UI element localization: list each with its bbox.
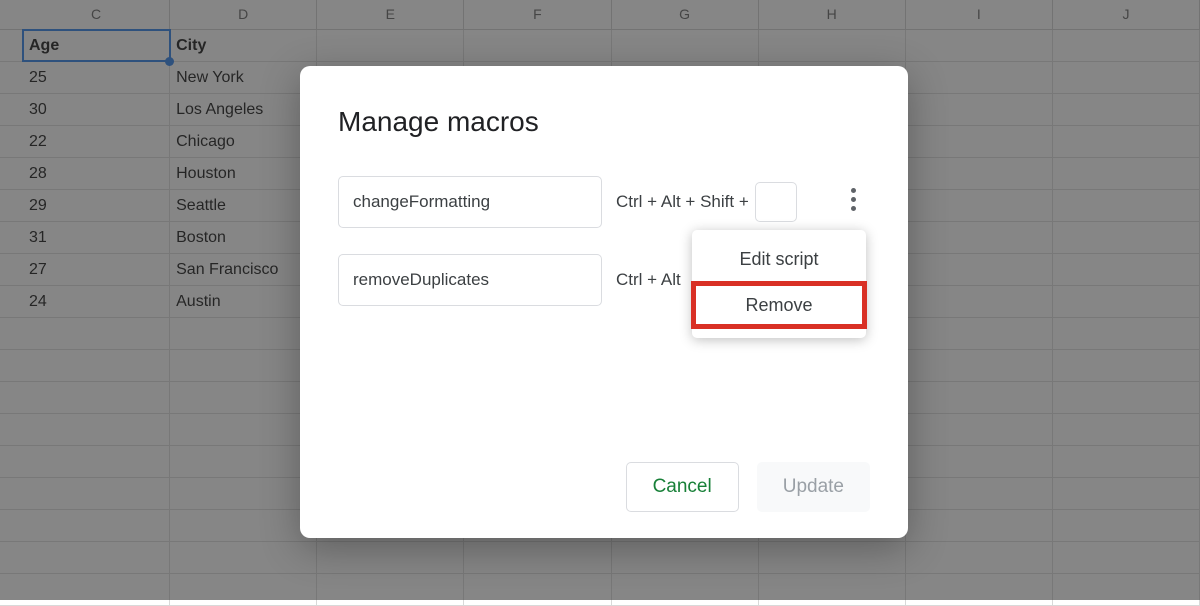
macro-row: changeFormatting Ctrl + Alt + Shift + <box>338 176 870 228</box>
edit-script-item[interactable]: Edit script <box>692 236 866 282</box>
more-vertical-icon <box>851 188 856 193</box>
more-options-button[interactable] <box>836 182 870 216</box>
cancel-button[interactable]: Cancel <box>626 462 739 512</box>
shortcut-prefix: Ctrl + Alt + Shift + <box>616 192 749 212</box>
dialog-title: Manage macros <box>338 106 870 138</box>
shortcut-key-input[interactable] <box>755 182 797 222</box>
update-button[interactable]: Update <box>757 462 870 512</box>
more-vertical-icon <box>851 197 856 202</box>
macro-name-input[interactable]: changeFormatting <box>338 176 602 228</box>
macro-options-dropdown: Edit script Remove <box>692 230 866 338</box>
dialog-footer: Cancel Update <box>626 462 870 512</box>
remove-macro-item[interactable]: Remove <box>692 282 866 328</box>
more-vertical-icon <box>851 206 856 211</box>
shortcut-prefix: Ctrl + Alt <box>616 270 681 290</box>
macro-name-input[interactable]: removeDuplicates <box>338 254 602 306</box>
